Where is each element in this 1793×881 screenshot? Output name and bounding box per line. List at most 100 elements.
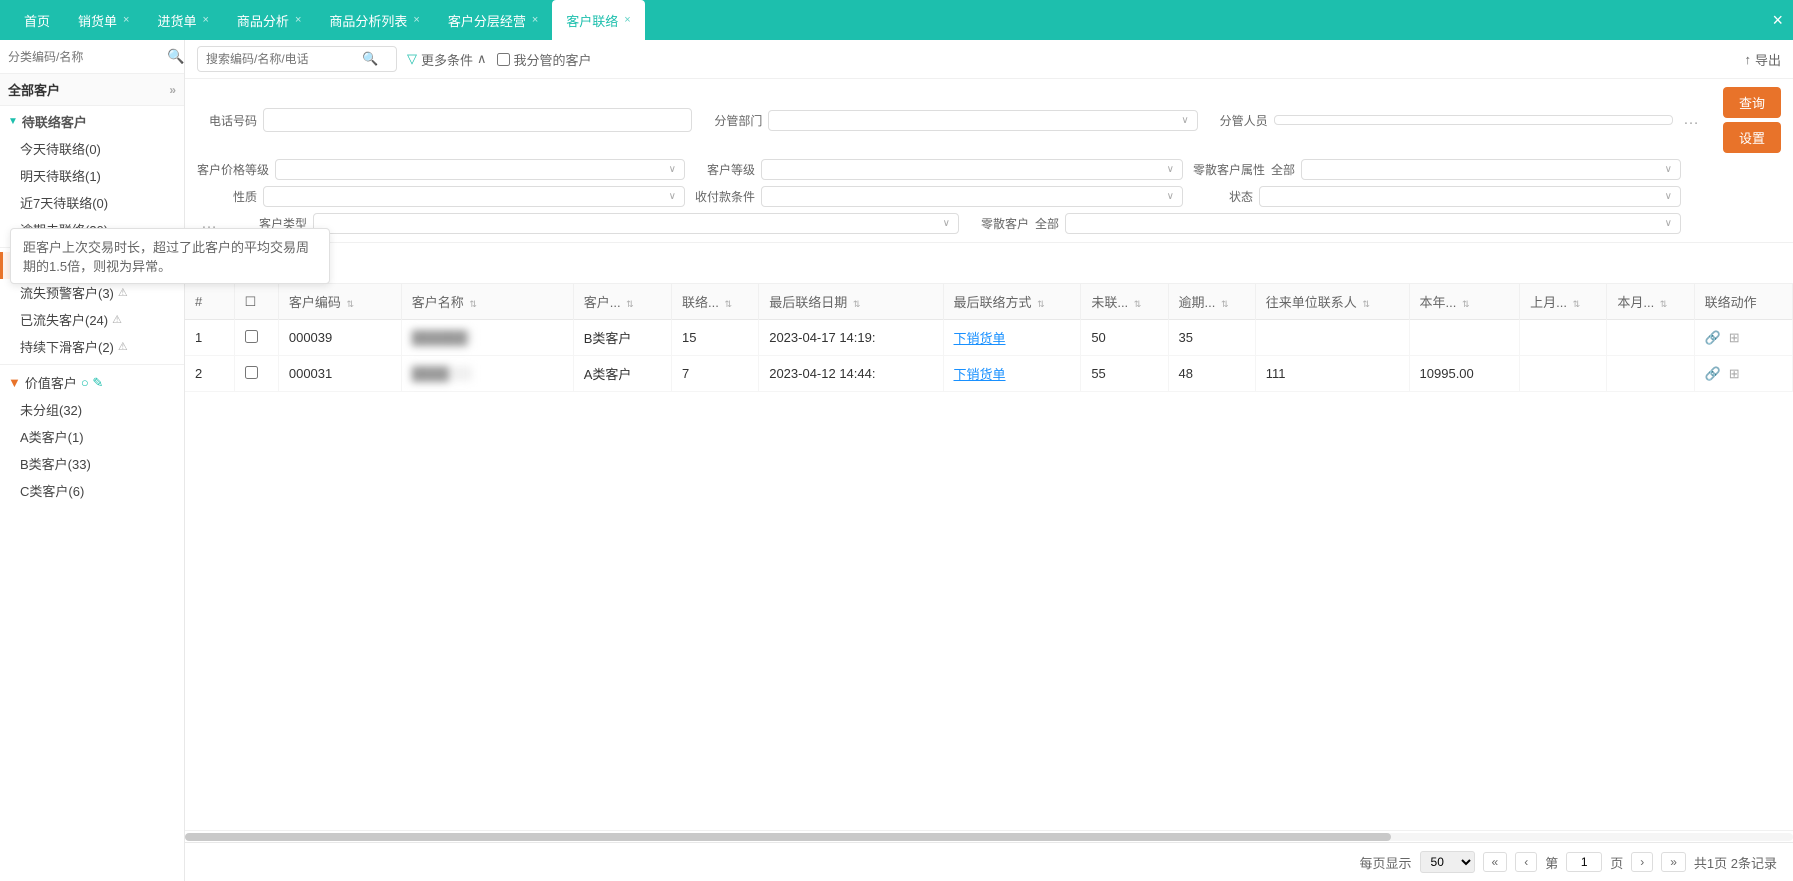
col-contacts[interactable]: 往来单位联系人 ⇅ [1255,284,1409,320]
cell-contacts-2: 111 [1255,356,1409,392]
sidebar-search-input[interactable] [8,50,163,64]
filter-item-retail-attr: 零散客户属性 全部 ∨ [1193,159,1681,180]
per-page-select[interactable]: 50 100 200 [1420,851,1475,873]
filter-icon: ▽ [407,51,417,67]
manager-select[interactable] [1274,115,1673,125]
close-contact-icon[interactable]: × [624,14,630,26]
retail-attr-arrow-icon: ∨ [1665,164,1672,175]
export-button[interactable]: ↑ 导出 [1744,50,1781,69]
sort-last-month-icon: ⇅ [1573,299,1581,309]
retail-customer-select[interactable]: ∨ [1065,213,1681,234]
all-customers-header[interactable]: 全部客户 » [0,74,184,106]
col-code[interactable]: 客户编码 ⇅ [278,284,401,320]
last-page-btn[interactable]: » [1661,852,1686,872]
nature-label: 性质 [197,188,257,205]
sidebar-search-icon[interactable]: 🔍 [167,48,184,65]
first-page-btn[interactable]: « [1483,852,1508,872]
settings-button[interactable]: 设置 [1723,122,1781,153]
filter-bar: 🔍 ▽ 更多条件 ∧ 我分管的客户 ↑ 导出 [185,40,1793,79]
nav-tab-segmentation[interactable]: 客户分层经营 × [434,0,552,40]
table-wrapper: # ☐ 客户编码 ⇅ 客户名称 ⇅ 客户... ⇅ 联络... ⇅ 最后联络日期… [185,284,1793,830]
scrollbar-thumb[interactable] [185,833,1391,841]
customer-type-select[interactable]: ∨ [313,213,959,234]
search-input-icon[interactable]: 🔍 [362,51,378,67]
customers-table: # ☐ 客户编码 ⇅ 客户名称 ⇅ 客户... ⇅ 联络... ⇅ 最后联络日期… [185,284,1793,392]
cell-name-1: ██████ [401,320,573,356]
top-nav: 首页 销货单 × 进货单 × 商品分析 × 商品分析列表 × 客户分层经营 × … [0,0,1793,40]
value-group-header[interactable]: ▼ 价值客户 ○ ✎ [0,369,184,396]
action-link-icon-2[interactable]: 🔗 [1705,366,1721,382]
last-method-link-2[interactable]: 下销货单 [954,367,1006,382]
col-this-year[interactable]: 本年... ⇅ [1409,284,1520,320]
per-page-label: 每页显示 [1360,853,1412,872]
edit-value-group-icon[interactable]: ○ ✎ [81,375,103,391]
col-last-month[interactable]: 上月... ⇅ [1520,284,1607,320]
action-grid-icon-2[interactable]: ⊞ [1729,366,1740,382]
sidebar-item-ungrouped[interactable]: 未分组(32) [0,396,184,423]
customer-name-1: ██████ [412,330,472,345]
nav-tab-sales[interactable]: 销货单 × [64,0,143,40]
group-arrow-icon: ▼ [8,116,18,127]
sidebar-item-7days[interactable]: 近7天待联络(0) [0,189,184,216]
waiting-contact-group[interactable]: ▼ 待联络客户 [0,106,184,135]
col-contact-count[interactable]: 联络... ⇅ [672,284,759,320]
collapse-sidebar-icon[interactable]: » [169,83,176,97]
nature-select[interactable]: ∨ [263,186,685,207]
close-all-tabs-icon[interactable]: × [1772,10,1783,31]
cell-contacts-1 [1255,320,1409,356]
action-link-icon-1[interactable]: 🔗 [1705,330,1721,346]
nav-tab-contact[interactable]: 客户联络 × [552,0,644,40]
search-input[interactable] [206,52,356,66]
cell-check-1[interactable] [234,320,278,356]
tooltip-box: 距客户上次交易时长，超过了此客户的平均交易周期的1.5倍，则视为异常。 [185,228,330,284]
next-page-btn[interactable]: › [1631,852,1653,872]
sidebar-item-a-class[interactable]: A类客户(1) [0,423,184,450]
phone-input[interactable] [263,108,692,132]
horizontal-scrollbar[interactable] [185,830,1793,842]
sidebar-search-area: 🔍 [0,40,184,74]
sidebar-item-declining[interactable]: 持续下滑客户(2) ⚠ [0,333,184,360]
status-select[interactable]: ∨ [1259,186,1681,207]
close-sales-icon[interactable]: × [123,14,129,26]
col-this-month[interactable]: 本月... ⇅ [1607,284,1694,320]
col-last-date[interactable]: 最后联络日期 ⇅ [759,284,943,320]
col-overdue[interactable]: 逾期... ⇅ [1168,284,1255,320]
customer-grade-select[interactable]: ∨ [761,159,1183,180]
close-purchase-icon[interactable]: × [202,14,208,26]
sidebar-item-b-class[interactable]: B类客户(33) [0,450,184,477]
col-last-method[interactable]: 最后联络方式 ⇅ [943,284,1081,320]
action-grid-icon-1[interactable]: ⊞ [1729,330,1740,346]
nav-tab-purchase[interactable]: 进货单 × [143,0,222,40]
action-icons-1: 🔗 ⊞ [1705,330,1782,346]
row-checkbox-1[interactable] [245,330,258,343]
filter-row-1: 电话号码 分管部门 ∨ 分管人员 … [197,87,1781,153]
prev-page-btn[interactable]: ‹ [1515,852,1537,872]
price-grade-select[interactable]: ∨ [275,159,685,180]
sidebar-item-c-class[interactable]: C类客户(6) [0,477,184,504]
close-analysis-list-icon[interactable]: × [413,14,419,26]
row-checkbox-2[interactable] [245,366,258,379]
col-actions: 联络动作 [1694,284,1792,320]
close-segmentation-icon[interactable]: × [532,14,538,26]
retail-attr-select[interactable]: ∨ [1301,159,1681,180]
col-level[interactable]: 客户... ⇅ [573,284,671,320]
close-analysis-icon[interactable]: × [295,14,301,26]
payment-select[interactable]: ∨ [761,186,1183,207]
nav-tab-analysis[interactable]: 商品分析 × [223,0,315,40]
col-uncontacted[interactable]: 未联... ⇅ [1081,284,1168,320]
col-name[interactable]: 客户名称 ⇅ [401,284,573,320]
sidebar-item-lost[interactable]: 已流失客户(24) ⚠ [0,306,184,333]
sidebar-item-today[interactable]: 今天待联络(0) [0,135,184,162]
cell-this-year-1 [1409,320,1520,356]
query-button[interactable]: 查询 [1723,87,1781,118]
cell-check-2[interactable] [234,356,278,392]
last-method-link-1[interactable]: 下销货单 [954,331,1006,346]
more-conditions-btn[interactable]: ▽ 更多条件 ∧ [407,50,487,69]
manager-dots-icon[interactable]: … [1679,111,1703,129]
nav-tab-analysis-list[interactable]: 商品分析列表 × [315,0,433,40]
page-input[interactable] [1566,852,1602,872]
sidebar-item-tomorrow[interactable]: 明天待联络(1) [0,162,184,189]
my-customers-checkbox[interactable] [497,53,510,66]
dept-select[interactable]: ∨ [768,110,1197,131]
nav-tab-home[interactable]: 首页 [10,0,64,40]
